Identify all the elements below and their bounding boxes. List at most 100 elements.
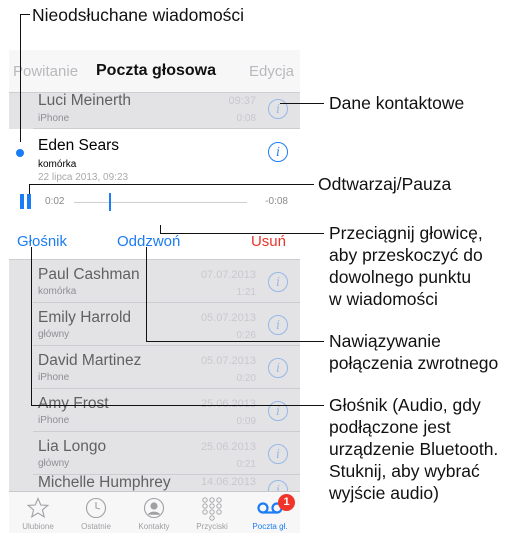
message-date: 05.07.2013 <box>200 312 256 324</box>
voicemail-row[interactable]: Paul Cashman komórka 07.07.2013 1:21 i <box>9 260 300 303</box>
leader-line-unheard <box>20 14 21 142</box>
callout-scrub-line-4: w wiadomości <box>329 289 438 309</box>
speaker-button[interactable]: Głośnik <box>17 233 67 250</box>
voicemail-row[interactable]: Amy Frost iPhone 25.06.2013 0:09 i <box>9 389 300 432</box>
message-date: 07.07.2013 <box>200 269 256 281</box>
callout-unheard-messages: Nieodsłuchane wiadomości <box>32 5 245 25</box>
voicemail-row[interactable]: Lia Longo główny 25.06.2013 0:21 i <box>9 432 300 475</box>
caller-name: Luci Meinerth <box>38 92 132 109</box>
callout-scrub: Przeciągnij głowicę, aby przeskoczyć do … <box>329 222 483 310</box>
tab-label: Poczta gł. <box>252 522 288 531</box>
callout-speaker-line-1: Głośnik (Audio, gdy <box>329 395 481 415</box>
delete-button[interactable]: Usuń <box>251 233 286 250</box>
scrubber-track[interactable] <box>74 202 247 203</box>
contacts-icon <box>143 497 165 524</box>
message-duration: 0:26 <box>236 330 256 341</box>
leader-line-scrub <box>160 233 324 234</box>
caller-number-type: iPhone <box>38 113 70 124</box>
star-icon <box>26 497 50 524</box>
caller-number-type: komórka <box>38 286 77 297</box>
message-duration: 0:20 <box>236 373 256 384</box>
leader-line-play-pause-drop <box>29 184 30 194</box>
callout-scrub-line-3: dowolnego punktu <box>329 267 472 287</box>
pause-icon <box>20 194 31 209</box>
message-date: 09:37 <box>228 95 256 107</box>
caller-number-type: iPhone <box>38 415 70 426</box>
page-title: Poczta głosowa <box>96 62 217 79</box>
callout-call-back-line-2: połączenia zwrotnego <box>329 353 499 373</box>
message-date: 05.07.2013 <box>200 355 256 367</box>
caller-name: Emily Harrold <box>38 309 132 326</box>
leader-line-scrub-drop <box>160 225 161 234</box>
tab-recents[interactable]: Ostatnie <box>67 492 125 533</box>
voicemail-row[interactable]: Michelle Humphrey 14.06.2013 i <box>9 474 300 500</box>
tab-bar: Ulubione Ostatnie Kontakty Przyciski 1 P… <box>9 491 300 533</box>
unread-badge: 1 <box>278 494 295 511</box>
pause-button[interactable] <box>20 194 32 209</box>
caller-number-type: główny <box>38 329 70 340</box>
info-icon[interactable]: i <box>268 99 288 119</box>
callout-play-pause: Odtwarzaj/Pauza <box>318 174 452 194</box>
scrubber-playhead[interactable] <box>108 193 111 211</box>
info-icon[interactable]: i <box>268 401 288 421</box>
leader-line-play-pause <box>29 184 314 185</box>
message-date: 25.06.2013 <box>200 441 256 453</box>
tab-contacts[interactable]: Kontakty <box>125 492 183 533</box>
callout-call-back-line-1: Nawiązywanie <box>329 331 441 351</box>
caller-name: Lia Longo <box>38 438 107 455</box>
info-icon[interactable]: i <box>268 358 288 378</box>
leader-line-contact-info <box>280 103 324 104</box>
message-duration: 1:21 <box>236 287 256 298</box>
message-date: 14.06.2013 <box>200 476 256 488</box>
leader-line-call-back <box>146 341 324 342</box>
call-back-button[interactable]: Oddzwoń <box>117 233 180 250</box>
message-date: 25.06.2013 <box>200 398 256 410</box>
unheard-dot-icon <box>16 149 24 157</box>
caller-name: Michelle Humphrey <box>38 474 171 491</box>
callout-speaker-line-5: wyjście audio) <box>329 483 439 503</box>
info-icon[interactable]: i <box>268 315 288 335</box>
greeting-button[interactable]: Powitanie <box>13 63 78 80</box>
info-icon[interactable]: i <box>268 272 288 292</box>
callout-scrub-line-2: aby przeskoczyć do <box>329 245 483 265</box>
message-duration: 0:09 <box>236 416 256 427</box>
callout-call-back: Nawiązywanie połączenia zwrotnego <box>329 330 498 374</box>
tab-favorites[interactable]: Ulubione <box>9 492 67 533</box>
tab-keypad[interactable]: Przyciski <box>183 492 241 533</box>
caller-name: David Martinez <box>38 352 142 369</box>
leader-line-unheard-tick <box>20 14 30 15</box>
leader-line-speaker <box>31 405 324 406</box>
callout-speaker: Głośnik (Audio, gdy podłączone jest urzą… <box>329 394 498 504</box>
tab-label: Kontakty <box>138 522 170 531</box>
voicemail-row[interactable]: David Martinez iPhone 05.07.2013 0:20 i <box>9 346 300 389</box>
callout-contact-info: Dane kontaktowe <box>329 93 465 113</box>
info-icon[interactable]: i <box>268 444 288 464</box>
voicemail-row[interactable]: Emily Harrold główny 05.07.2013 0:26 i <box>9 303 300 346</box>
leader-line-speaker-drop <box>31 247 32 405</box>
caller-number-type: główny <box>38 458 70 469</box>
callout-speaker-line-3: urządzenie Bluetooth. <box>329 439 499 459</box>
navigation-bar: Powitanie Poczta głosowa Edycja <box>9 50 300 93</box>
caller-number-type: komórka <box>38 159 77 170</box>
tab-label: Ulubione <box>22 522 54 531</box>
contact-info-icon[interactable]: i <box>268 142 288 162</box>
callout-speaker-line-2: podłączone jest <box>329 417 451 437</box>
elapsed-time: 0:02 <box>45 196 65 207</box>
clock-icon <box>85 497 107 524</box>
message-duration: 0:08 <box>236 113 256 124</box>
leader-line-call-back-drop <box>146 247 147 341</box>
voicemail-row[interactable]: Luci Meinerth iPhone 09:37 0:08 i <box>9 92 300 129</box>
message-duration: 0:21 <box>236 459 256 470</box>
callout-scrub-line-1: Przeciągnij głowicę, <box>329 223 483 243</box>
message-date: 22 lipca 2013, 09:23 <box>38 172 129 183</box>
caller-name: Eden Sears <box>38 137 119 154</box>
tab-voicemail[interactable]: 1 Poczta gł. <box>241 492 299 533</box>
edit-button[interactable]: Edycja <box>249 63 294 80</box>
remaining-time: -0:08 <box>265 196 288 207</box>
voicemail-screen: Powitanie Poczta głosowa Edycja Luci Mei… <box>9 50 300 533</box>
caller-name: Paul Cashman <box>38 266 140 283</box>
tab-label: Ostatnie <box>81 522 111 531</box>
callout-speaker-line-4: Stuknij, aby wybrać <box>329 461 480 481</box>
tab-label: Przyciski <box>196 522 228 531</box>
caller-name: Amy Frost <box>38 395 109 412</box>
